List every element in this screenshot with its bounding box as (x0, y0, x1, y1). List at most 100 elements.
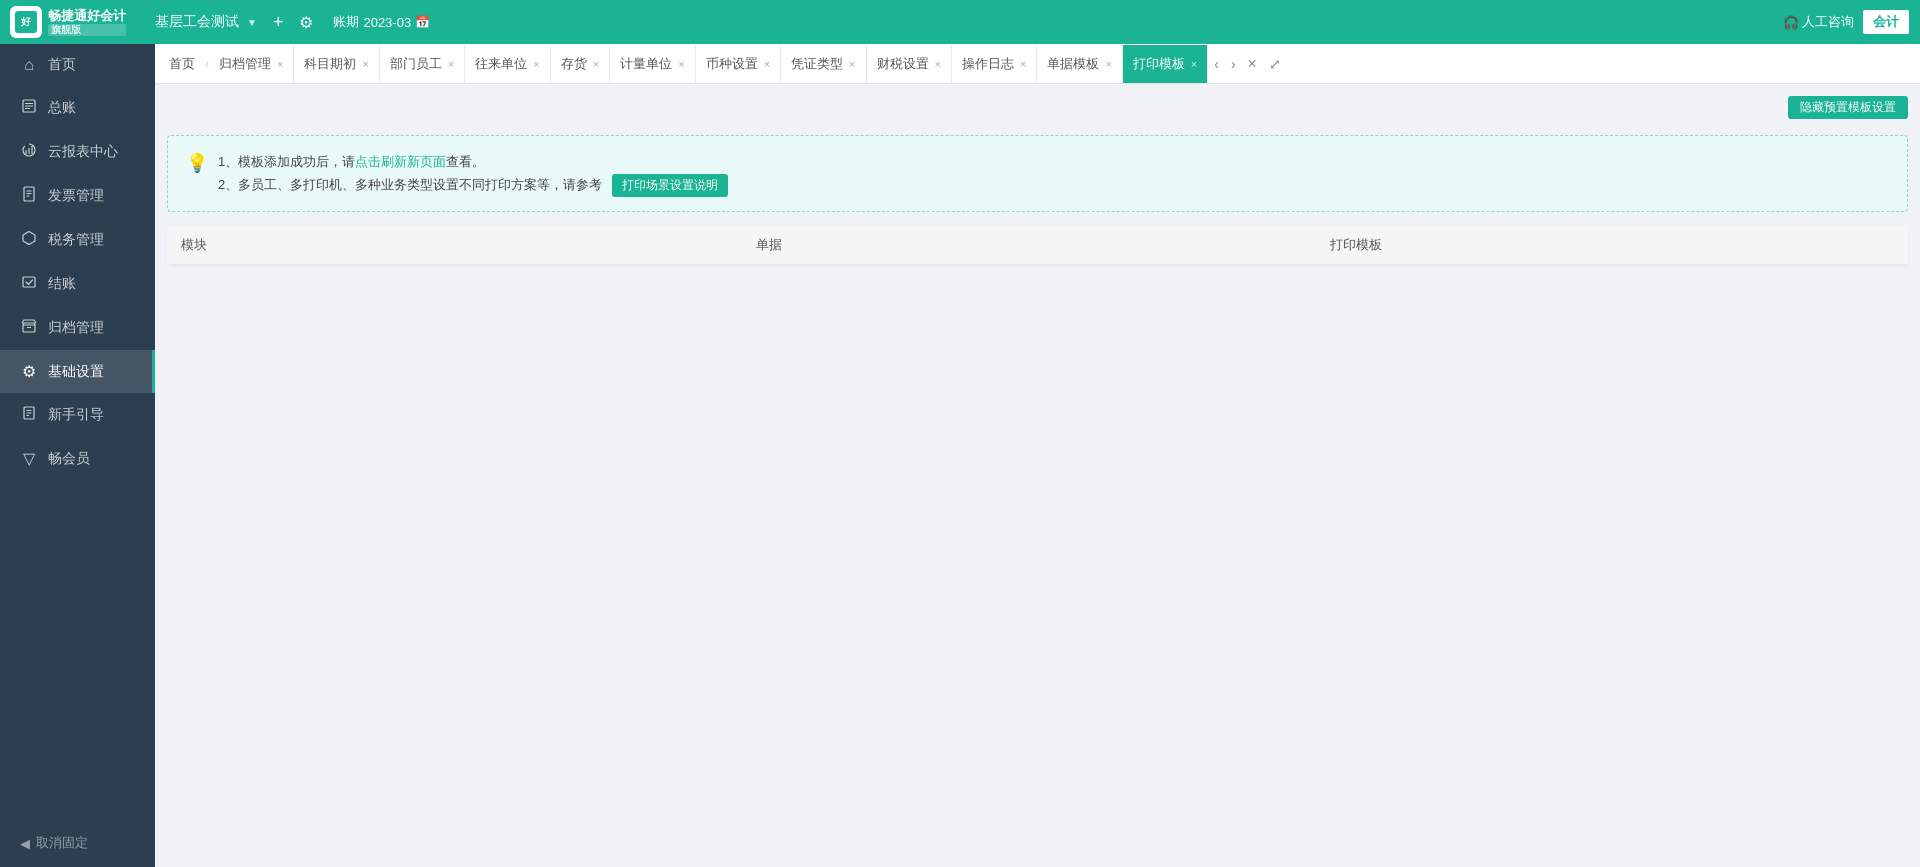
notice-line1-prefix: 1、模板添加成功后，请 (218, 154, 355, 169)
sidebar-item-settings[interactable]: ⚙ 基础设置 (0, 350, 155, 393)
sidebar-item-ledger[interactable]: 总账 (0, 86, 155, 130)
sidebar-item-guide[interactable]: 新手引导 (0, 393, 155, 437)
bulb-icon: 💡 (186, 152, 208, 197)
tab-expand-button[interactable]: ⤢ (1263, 45, 1287, 83)
add-tab-button[interactable]: + (269, 12, 288, 33)
support-label: 人工咨询 (1802, 13, 1854, 31)
print-template-table: 模块 单据 打印模板 (167, 226, 1908, 265)
sidebar-item-tax[interactable]: 税务管理 (0, 218, 155, 262)
notice-line1-suffix: 查看。 (446, 154, 485, 169)
print-settings-button[interactable]: 打印场景设置说明 (612, 174, 728, 197)
period-value: 2023-03 (363, 15, 411, 30)
tab-next-button[interactable]: › (1225, 45, 1242, 83)
tab-prev-button[interactable]: ‹ (1208, 45, 1225, 83)
tab-subjects[interactable]: 科目期初 × (294, 45, 379, 83)
ledger-icon (20, 98, 38, 118)
tab-currency-close[interactable]: × (764, 58, 770, 70)
sidebar-label-ledger: 总账 (48, 99, 76, 117)
tab-contacts-close[interactable]: × (533, 58, 539, 70)
archive-icon (20, 318, 38, 338)
notice-text: 1、模板添加成功后，请点击刷新新页面查看。 2、多员工、多打印机、多种业务类型设… (218, 150, 728, 197)
tab-operation-log[interactable]: 操作日志 × (952, 45, 1037, 83)
logo-icon-inner: 好 (15, 11, 37, 33)
guide-icon (20, 405, 38, 425)
sidebar-label-member: 畅会员 (48, 450, 90, 468)
cancel-fixed-label: 取消固定 (36, 834, 88, 852)
notice-line1: 1、模板添加成功后，请点击刷新新页面查看。 (218, 150, 728, 173)
tab-archive-mgmt[interactable]: 归档管理 × (209, 45, 294, 83)
tab-currency[interactable]: 币种设置 × (696, 45, 781, 83)
content-main: 隐藏预置模板设置 💡 1、模板添加成功后，请点击刷新新页面查看。 2、多员工、多… (155, 84, 1920, 867)
logo-icon: 好 (10, 6, 42, 38)
tab-operation-log-close[interactable]: × (1020, 58, 1026, 70)
tab-departments[interactable]: 部门员工 × (380, 45, 465, 83)
logo-area: 好 畅捷通好会计 旗舰版 (10, 6, 145, 38)
sidebar-item-checkout[interactable]: 结账 (0, 262, 155, 306)
data-table-container: 模块 单据 打印模板 (167, 226, 1908, 265)
tax-icon (20, 230, 38, 250)
notice-box: 💡 1、模板添加成功后，请点击刷新新页面查看。 2、多员工、多打印机、多种业务类… (167, 135, 1908, 212)
member-icon: ▽ (20, 449, 38, 468)
sidebar-label-settings: 基础设置 (48, 363, 104, 381)
sidebar-label-guide: 新手引导 (48, 406, 104, 424)
sidebar-label-checkout: 结账 (48, 275, 76, 293)
top-bar: 好 畅捷通好会计 旗舰版 基层工会测试 ▼ + ⚙ 账期 2023-03 📅 🎧… (0, 0, 1920, 44)
sidebar-item-member[interactable]: ▽ 畅会员 (0, 437, 155, 480)
svg-rect-11 (23, 277, 35, 287)
tab-subjects-label: 科目期初 (304, 55, 356, 73)
company-selector[interactable]: 基层工会测试 ▼ (155, 13, 257, 31)
tab-units-close[interactable]: × (678, 58, 684, 70)
tab-close-all-button[interactable]: × (1242, 45, 1263, 83)
sidebar-item-home[interactable]: ⌂ 首页 (0, 44, 155, 86)
tab-tax-settings[interactable]: 财税设置 × (867, 45, 952, 83)
tab-tax-settings-label: 财税设置 (877, 55, 929, 73)
tab-inventory[interactable]: 存货 × (551, 45, 610, 83)
tab-single-form[interactable]: 单据模板 × (1037, 45, 1122, 83)
tab-print-template-close[interactable]: × (1191, 58, 1197, 70)
hide-settings-button[interactable]: 隐藏预置模板设置 (1788, 96, 1908, 119)
tab-departments-label: 部门员工 (390, 55, 442, 73)
tab-single-form-label: 单据模板 (1047, 55, 1099, 73)
account-button[interactable]: 会计 (1862, 9, 1910, 35)
tab-subjects-close[interactable]: × (362, 58, 368, 70)
company-arrow-icon: ▼ (247, 17, 257, 28)
tab-single-form-close[interactable]: × (1105, 58, 1111, 70)
tab-archive-mgmt-label: 归档管理 (219, 55, 271, 73)
period-info: 账期 2023-03 📅 (333, 13, 430, 31)
sidebar-label-archive: 归档管理 (48, 319, 104, 337)
tab-units[interactable]: 计量单位 × (610, 45, 695, 83)
notice-refresh-link[interactable]: 点击刷新新页面 (355, 154, 446, 169)
table-header-row: 模块 单据 打印模板 (167, 226, 1908, 265)
tab-bar: 首页 ‹ 归档管理 × 科目期初 × 部门员工 × 往来单位 × (155, 44, 1920, 84)
main-area: ⌂ 首页 总账 云报表中心 发票管理 (0, 44, 1920, 867)
sidebar-item-invoice[interactable]: 发票管理 (0, 174, 155, 218)
sidebar-item-reports[interactable]: 云报表中心 (0, 130, 155, 174)
settings-icon-button[interactable]: ⚙ (295, 13, 317, 32)
tab-print-template[interactable]: 打印模板 × (1123, 45, 1208, 83)
notice-line2-prefix: 2、多员工、多打印机、多种业务类型设置不同打印方案等，请参考 (218, 173, 602, 196)
tab-contacts[interactable]: 往来单位 × (465, 45, 550, 83)
tab-archive-mgmt-close[interactable]: × (277, 58, 283, 70)
tab-inventory-close[interactable]: × (593, 58, 599, 70)
cancel-fixed-button[interactable]: ◀ 取消固定 (0, 819, 155, 867)
support-button[interactable]: 🎧 人工咨询 (1783, 13, 1854, 31)
tab-voucher-type[interactable]: 凭证类型 × (781, 45, 866, 83)
company-name: 基层工会测试 (155, 13, 239, 31)
invoice-icon (20, 186, 38, 206)
notice-line2: 2、多员工、多打印机、多种业务类型设置不同打印方案等，请参考 打印场景设置说明 (218, 173, 728, 196)
tab-operation-log-label: 操作日志 (962, 55, 1014, 73)
tab-departments-close[interactable]: × (448, 58, 454, 70)
sidebar-item-archive[interactable]: 归档管理 (0, 306, 155, 350)
top-right-area: 🎧 人工咨询 会计 (1783, 9, 1910, 35)
tab-voucher-type-close[interactable]: × (849, 58, 855, 70)
tab-home-label: 首页 (169, 55, 195, 73)
tab-home[interactable]: 首页 (159, 45, 205, 83)
home-icon: ⌂ (20, 56, 38, 74)
calendar-icon[interactable]: 📅 (415, 15, 430, 29)
col-form: 单据 (742, 226, 1317, 265)
tab-inventory-label: 存货 (561, 55, 587, 73)
sidebar-label-home: 首页 (48, 56, 76, 74)
col-template: 打印模板 (1316, 226, 1908, 265)
settings-icon: ⚙ (20, 362, 38, 381)
tab-tax-settings-close[interactable]: × (935, 58, 941, 70)
